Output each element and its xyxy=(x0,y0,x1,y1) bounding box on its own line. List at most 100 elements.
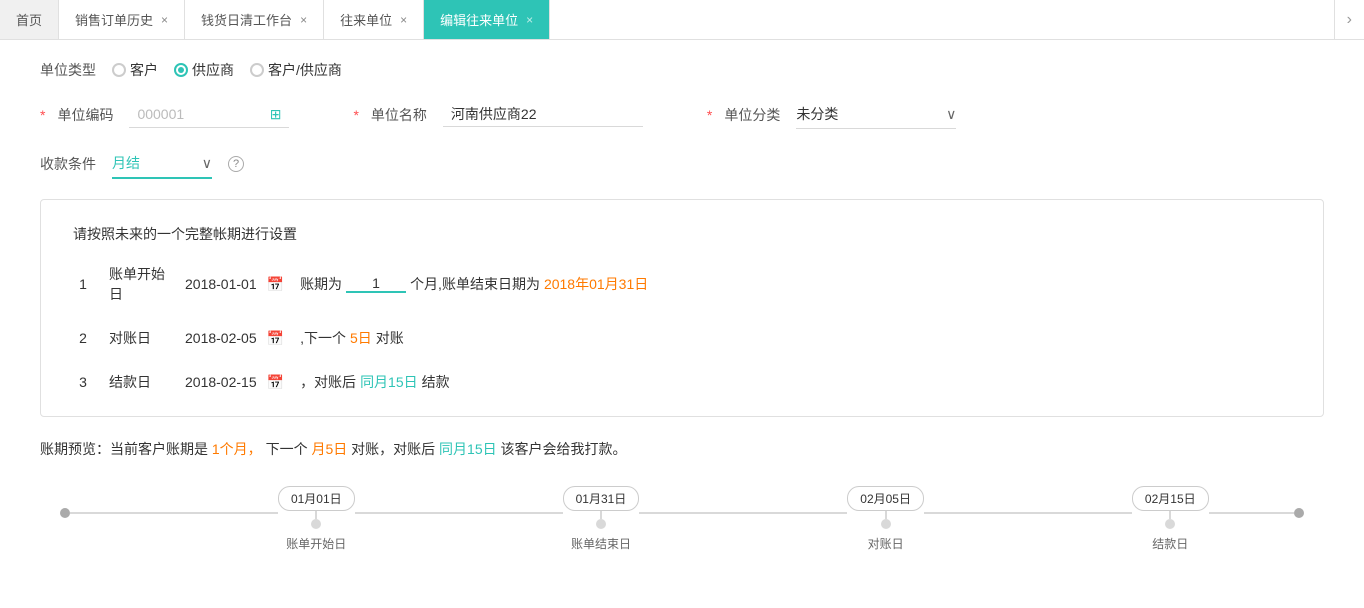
tab-cash-reconcile-close[interactable]: × xyxy=(300,13,307,27)
timeline-label-2: 账单结束日 xyxy=(571,535,631,552)
unit-code-label: 单位编码 xyxy=(57,105,113,125)
timeline-node-4: 02月15日 结款日 xyxy=(1132,486,1209,552)
tab-more-arrow[interactable]: › xyxy=(1334,0,1364,39)
period-row-1-extra: 账期为 个月,账单结束日期为 2018年01月31日 xyxy=(300,274,648,294)
unit-code-star: * xyxy=(40,107,45,123)
period-row-1-label: 账单开始日 xyxy=(109,264,169,304)
timeline-dot-left xyxy=(60,508,70,518)
period-row-2-num: 2 xyxy=(73,330,93,346)
radio-customer-supplier[interactable]: 客户/供应商 xyxy=(250,60,342,80)
timeline-dot-1 xyxy=(311,519,321,529)
period-row-3-date: 2018-02-15 📅 xyxy=(185,374,284,391)
unit-type-radio-group: 客户 供应商 客户/供应商 xyxy=(112,60,342,80)
period-row-1-calendar[interactable]: 📅 xyxy=(267,276,284,293)
timeline-segment-2: 01月31日 账单结束日 xyxy=(355,486,640,552)
timeline-line-3 xyxy=(639,512,847,514)
unit-category-star: * xyxy=(707,107,712,123)
period-row-1-num: 1 xyxy=(73,276,93,292)
timeline-node-2: 01月31日 账单结束日 xyxy=(563,486,640,552)
unit-info-row: * 单位编码 ⊞ * 单位名称 * 单位分类 未分类 ∨ xyxy=(40,100,1324,129)
timeline-segment-3: 02月05日 对账日 xyxy=(639,486,924,552)
radio-supplier[interactable]: 供应商 xyxy=(174,60,234,80)
period-num-input[interactable] xyxy=(346,275,406,293)
period-reconcile-highlight: 5日 xyxy=(350,328,372,348)
timeline-dot-3 xyxy=(881,519,891,529)
radio-customer-supplier-circle xyxy=(250,63,264,77)
payment-terms-label: 收款条件 xyxy=(40,154,96,174)
tab-edit-unit[interactable]: 编辑往来单位 × xyxy=(424,0,550,39)
period-row-3-num: 3 xyxy=(73,374,93,390)
timeline-connector-4 xyxy=(1169,511,1171,519)
period-row-1: 1 账单开始日 2018-01-01 📅 账期为 个月,账单结束日期为 2018… xyxy=(73,264,1291,304)
unit-code-field: ⊞ xyxy=(129,102,289,128)
unit-type-label: 单位类型 xyxy=(40,60,96,80)
timeline-dot-right xyxy=(1294,508,1304,518)
timeline-dot-4 xyxy=(1165,519,1175,529)
timeline-dot-2 xyxy=(596,519,606,529)
unit-category-value: 未分类 xyxy=(796,104,938,124)
timeline-line-end xyxy=(1209,512,1294,514)
timeline-connector-3 xyxy=(885,511,887,519)
preview-payment-highlight: 同月15日 xyxy=(439,441,497,457)
unit-code-input[interactable] xyxy=(137,106,265,122)
help-icon[interactable]: ? xyxy=(228,156,244,172)
period-row-3-label: 结款日 xyxy=(109,372,169,392)
tab-sales-order[interactable]: 销售订单历史 × xyxy=(59,0,185,39)
timeline-connector-1 xyxy=(315,511,317,519)
timeline-section: 01月01日 账单开始日 01月31日 账单结束日 02月05日 xyxy=(40,486,1324,552)
period-row-3: 3 结款日 2018-02-15 📅 ，对账后 同月15日 结款 xyxy=(73,372,1291,392)
tab-unit[interactable]: 往来单位 × xyxy=(324,0,424,39)
timeline-badge-4: 02月15日 xyxy=(1132,486,1209,511)
timeline-label-3: 对账日 xyxy=(868,535,904,552)
timeline-node-1: 01月01日 账单开始日 xyxy=(278,486,355,552)
preview-reconcile-highlight: 月5日 xyxy=(311,441,347,457)
timeline-line-4 xyxy=(924,512,1132,514)
timeline-line-1 xyxy=(70,512,278,514)
timeline-line-2 xyxy=(355,512,563,514)
payment-terms-row: 收款条件 月结 ∨ ? xyxy=(40,149,1324,179)
tab-home[interactable]: 首页 xyxy=(0,0,59,39)
preview-period: 1个月， xyxy=(212,441,262,457)
preview-section: 账期预览：当前客户账期是 1个月， 下一个 月5日 对账，对账后 同月15日 该… xyxy=(40,437,1324,462)
unit-category-arrow: ∨ xyxy=(946,106,956,123)
period-row-3-calendar[interactable]: 📅 xyxy=(267,374,284,391)
unit-category-label: 单位分类 xyxy=(724,105,780,125)
tab-sales-order-close[interactable]: × xyxy=(161,13,168,27)
tab-bar: 首页 销售订单历史 × 钱货日清工作台 × 往来单位 × 编辑往来单位 × › xyxy=(0,0,1364,40)
payment-terms-value: 月结 xyxy=(112,153,194,173)
timeline-label-1: 账单开始日 xyxy=(286,535,346,552)
main-content: 单位类型 客户 供应商 客户/供应商 * 单位编码 ⊞ * 单位名称 xyxy=(0,40,1364,608)
timeline-node-3: 02月05日 对账日 xyxy=(847,486,924,552)
period-row-2: 2 对账日 2018-02-05 📅 ,下一个 5日 对账 xyxy=(73,328,1291,348)
period-row-2-calendar[interactable]: 📅 xyxy=(267,330,284,347)
period-row-2-date: 2018-02-05 📅 xyxy=(185,330,284,347)
period-payment-highlight: 同月15日 xyxy=(360,372,418,392)
payment-terms-select[interactable]: 月结 ∨ xyxy=(112,149,212,179)
unit-name-label: 单位名称 xyxy=(371,105,427,125)
unit-category-select[interactable]: 未分类 ∨ xyxy=(796,100,956,129)
tab-cash-reconcile[interactable]: 钱货日清工作台 × xyxy=(185,0,324,39)
period-end-date-highlight: 2018年01月31日 xyxy=(544,274,648,294)
timeline-connector-2 xyxy=(600,511,602,519)
unit-type-row: 单位类型 客户 供应商 客户/供应商 xyxy=(40,60,1324,80)
unit-code-icon[interactable]: ⊞ xyxy=(270,106,282,123)
timeline-label-4: 结款日 xyxy=(1152,535,1188,552)
timeline-badge-2: 01月31日 xyxy=(563,486,640,511)
unit-name-star: * xyxy=(353,107,358,123)
timeline-segment-1: 01月01日 账单开始日 xyxy=(70,486,355,552)
period-panel-title: 请按照未来的一个完整帐期进行设置 xyxy=(73,224,1291,244)
unit-name-input[interactable] xyxy=(443,102,643,127)
timeline-badge-3: 02月05日 xyxy=(847,486,924,511)
timeline-end-dot xyxy=(1294,508,1304,518)
radio-customer-circle xyxy=(112,63,126,77)
period-row-2-extra: ,下一个 5日 对账 xyxy=(300,328,404,348)
period-row-2-label: 对账日 xyxy=(109,328,169,348)
period-row-3-extra: ，对账后 同月15日 结款 xyxy=(300,372,450,392)
radio-customer[interactable]: 客户 xyxy=(112,60,158,80)
tab-unit-close[interactable]: × xyxy=(400,13,407,27)
timeline-badge-1: 01月01日 xyxy=(278,486,355,511)
period-panel: 请按照未来的一个完整帐期进行设置 1 账单开始日 2018-01-01 📅 账期… xyxy=(40,199,1324,417)
tab-edit-unit-close[interactable]: × xyxy=(526,13,533,27)
timeline-segment-4: 02月15日 结款日 xyxy=(924,486,1209,552)
period-row-1-date: 2018-01-01 📅 xyxy=(185,276,284,293)
